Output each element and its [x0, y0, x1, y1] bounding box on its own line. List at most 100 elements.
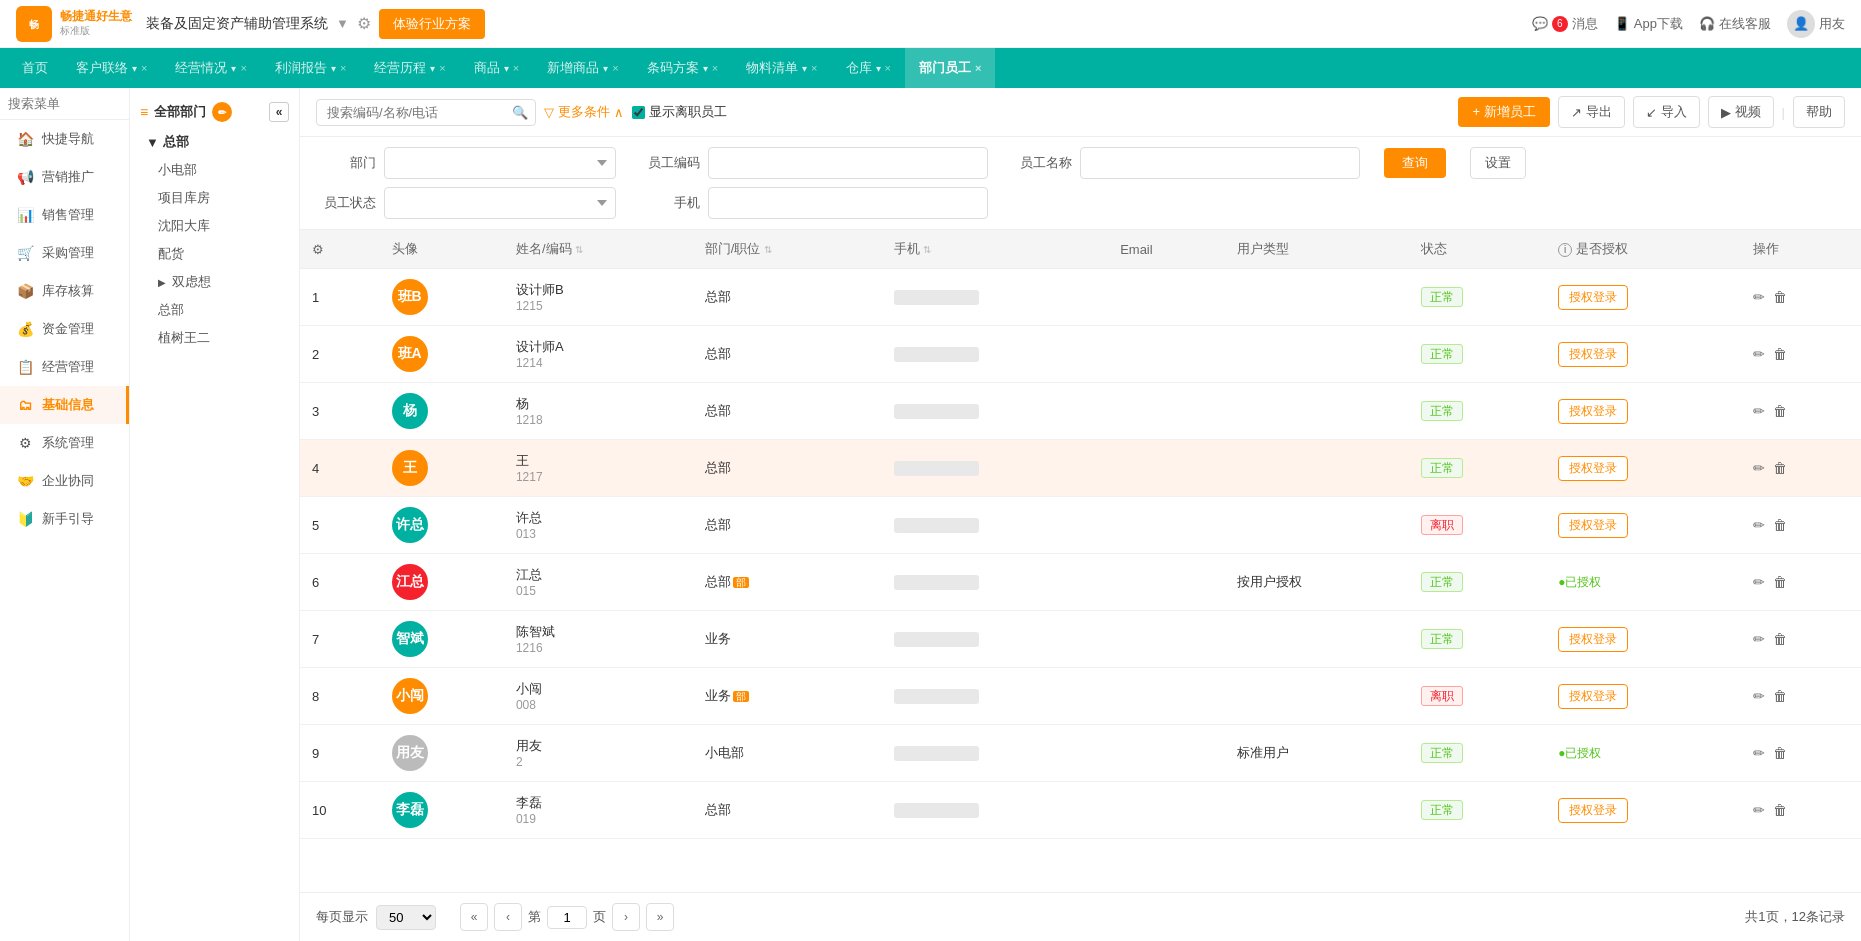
help-button[interactable]: 帮助	[1793, 96, 1845, 128]
app-download-btn[interactable]: 📱 App下载	[1614, 15, 1683, 33]
emp-status-select[interactable]	[384, 187, 616, 219]
tab-profit[interactable]: 利润报告▾×	[261, 48, 360, 88]
more-conditions-btn[interactable]: ▽ 更多条件 ∧	[544, 103, 624, 121]
delete-icon[interactable]: 🗑	[1773, 289, 1787, 305]
view-button[interactable]: ▶ 视频	[1708, 96, 1774, 128]
auth-login-button[interactable]: 授权登录	[1558, 342, 1628, 367]
emp-name-input[interactable]	[1080, 147, 1360, 179]
auth-login-button[interactable]: 授权登录	[1558, 399, 1628, 424]
next-page-btn[interactable]: ›	[612, 903, 640, 931]
add-employee-button[interactable]: + 新增员工	[1458, 97, 1549, 127]
dept-select[interactable]	[384, 147, 616, 179]
tab-customer[interactable]: 客户联络▾×	[62, 48, 161, 88]
auth-login-button[interactable]: 授权登录	[1558, 513, 1628, 538]
prev-page-btn[interactable]: ‹	[494, 903, 522, 931]
reset-button[interactable]: 设置	[1470, 147, 1526, 179]
delete-icon[interactable]: 🗑	[1773, 631, 1787, 647]
sidebar-item-management[interactable]: 📋 经营管理	[0, 348, 129, 386]
sidebar-item-quicknav[interactable]: 🏠 快捷导航	[0, 120, 129, 158]
edit-icon[interactable]: ✏	[1753, 631, 1765, 647]
avatar: 班A	[392, 336, 428, 372]
marketing-icon: 📢	[16, 168, 34, 186]
edit-icon[interactable]: ✏	[1753, 460, 1765, 476]
auth-login-button[interactable]: 授权登录	[1558, 456, 1628, 481]
message-btn[interactable]: 💬 6 消息	[1532, 15, 1598, 33]
phone-input[interactable]	[708, 187, 988, 219]
export-button[interactable]: ↗ 导出	[1558, 96, 1625, 128]
tab-business[interactable]: 经营情况▾×	[161, 48, 260, 88]
sidebar-item-collab[interactable]: 🤝 企业协同	[0, 462, 129, 500]
delete-icon[interactable]: 🗑	[1773, 802, 1787, 818]
user-btn[interactable]: 👤 用友	[1787, 10, 1845, 38]
search-input[interactable]	[316, 99, 536, 126]
import-button[interactable]: ↙ 导入	[1633, 96, 1700, 128]
sidebar-item-inventory[interactable]: 📦 库存核算	[0, 272, 129, 310]
sidebar-item-system[interactable]: ⚙ 系统管理	[0, 424, 129, 462]
col-dept[interactable]: 部门/职位 ⇅	[693, 230, 882, 269]
auth-login-button[interactable]: 授权登录	[1558, 285, 1628, 310]
gear-icon[interactable]: ⚙	[357, 14, 371, 33]
edit-icon[interactable]: ✏	[1753, 802, 1765, 818]
edit-icon[interactable]: ✏	[1753, 745, 1765, 761]
sidebar-item-sales[interactable]: 📊 销售管理	[0, 196, 129, 234]
edit-icon[interactable]: ✏	[1753, 688, 1765, 704]
tab-goods[interactable]: 商品▾×	[460, 48, 533, 88]
dept-node-shenyang[interactable]: 沈阳大库	[130, 212, 299, 240]
tab-warehouse[interactable]: 仓库▾×	[832, 48, 905, 88]
sidebar-search-input[interactable]	[8, 96, 130, 111]
dept-node-zhishu[interactable]: 植树王二	[130, 324, 299, 352]
tab-dept-staff[interactable]: 部门员工×	[905, 48, 995, 88]
trial-button[interactable]: 体验行业方案	[379, 9, 485, 39]
dept-node-xiaodian[interactable]: 小电部	[130, 156, 299, 184]
dept-edit-icon[interactable]: ✏	[212, 102, 232, 122]
tab-bom[interactable]: 物料清单▾×	[732, 48, 831, 88]
delete-icon[interactable]: 🗑	[1773, 688, 1787, 704]
dept-node-root[interactable]: ▼ 总部	[130, 128, 299, 156]
delete-icon[interactable]: 🗑	[1773, 460, 1787, 476]
first-page-btn[interactable]: «	[460, 903, 488, 931]
tab-add-goods[interactable]: 新增商品▾×	[533, 48, 632, 88]
tab-history[interactable]: 经营历程▾×	[360, 48, 459, 88]
edit-icon[interactable]: ✏	[1753, 289, 1765, 305]
page-number-input[interactable]	[547, 906, 587, 929]
delete-icon[interactable]: 🗑	[1773, 745, 1787, 761]
emp-code-input[interactable]	[708, 147, 988, 179]
col-name[interactable]: 姓名/编码 ⇅	[504, 230, 693, 269]
sidebar-item-basic-info[interactable]: 🗂 基础信息	[0, 386, 129, 424]
avatar: 班B	[392, 279, 428, 315]
dept-collapse-btn[interactable]: «	[269, 102, 289, 122]
page-size-select[interactable]: 50 100 200	[376, 905, 436, 930]
delete-icon[interactable]: 🗑	[1773, 403, 1787, 419]
tab-barcode[interactable]: 条码方案▾×	[633, 48, 732, 88]
edit-icon[interactable]: ✏	[1753, 517, 1765, 533]
tab-home[interactable]: 首页	[8, 48, 62, 88]
dept-node-peihuo[interactable]: 配货	[130, 240, 299, 268]
edit-icon[interactable]: ✏	[1753, 346, 1765, 362]
page-label: 第	[528, 908, 541, 926]
sidebar-item-purchase[interactable]: 🛒 采购管理	[0, 234, 129, 272]
delete-icon[interactable]: 🗑	[1773, 574, 1787, 590]
last-page-btn[interactable]: »	[646, 903, 674, 931]
dept-node-shuanglv[interactable]: ▶ 双虑想	[130, 268, 299, 296]
col-auth: i 是否授权	[1546, 230, 1741, 269]
dept-node-zongbu[interactable]: 总部	[130, 296, 299, 324]
sidebar-item-marketing[interactable]: 📢 营销推广	[0, 158, 129, 196]
dept-node-project[interactable]: 项目库房	[130, 184, 299, 212]
system-title-arrow[interactable]: ▼	[336, 16, 349, 31]
col-phone[interactable]: 手机 ⇅	[882, 230, 1108, 269]
online-service-btn[interactable]: 🎧 在线客服	[1699, 15, 1771, 33]
auth-login-button[interactable]: 授权登录	[1558, 684, 1628, 709]
delete-icon[interactable]: 🗑	[1773, 346, 1787, 362]
query-button[interactable]: 查询	[1384, 148, 1446, 178]
show-resigned-checkbox[interactable]: 显示离职员工	[632, 103, 727, 121]
sidebar-item-guide[interactable]: 🔰 新手引导	[0, 500, 129, 538]
delete-icon[interactable]: 🗑	[1773, 517, 1787, 533]
search-icon[interactable]: 🔍	[512, 105, 528, 120]
edit-icon[interactable]: ✏	[1753, 574, 1765, 590]
sidebar-item-finance[interactable]: 💰 资金管理	[0, 310, 129, 348]
col-settings[interactable]: ⚙	[300, 230, 380, 269]
edit-icon[interactable]: ✏	[1753, 403, 1765, 419]
auth-login-button[interactable]: 授权登录	[1558, 798, 1628, 823]
settings-icon[interactable]: ⚙	[312, 242, 324, 257]
auth-login-button[interactable]: 授权登录	[1558, 627, 1628, 652]
